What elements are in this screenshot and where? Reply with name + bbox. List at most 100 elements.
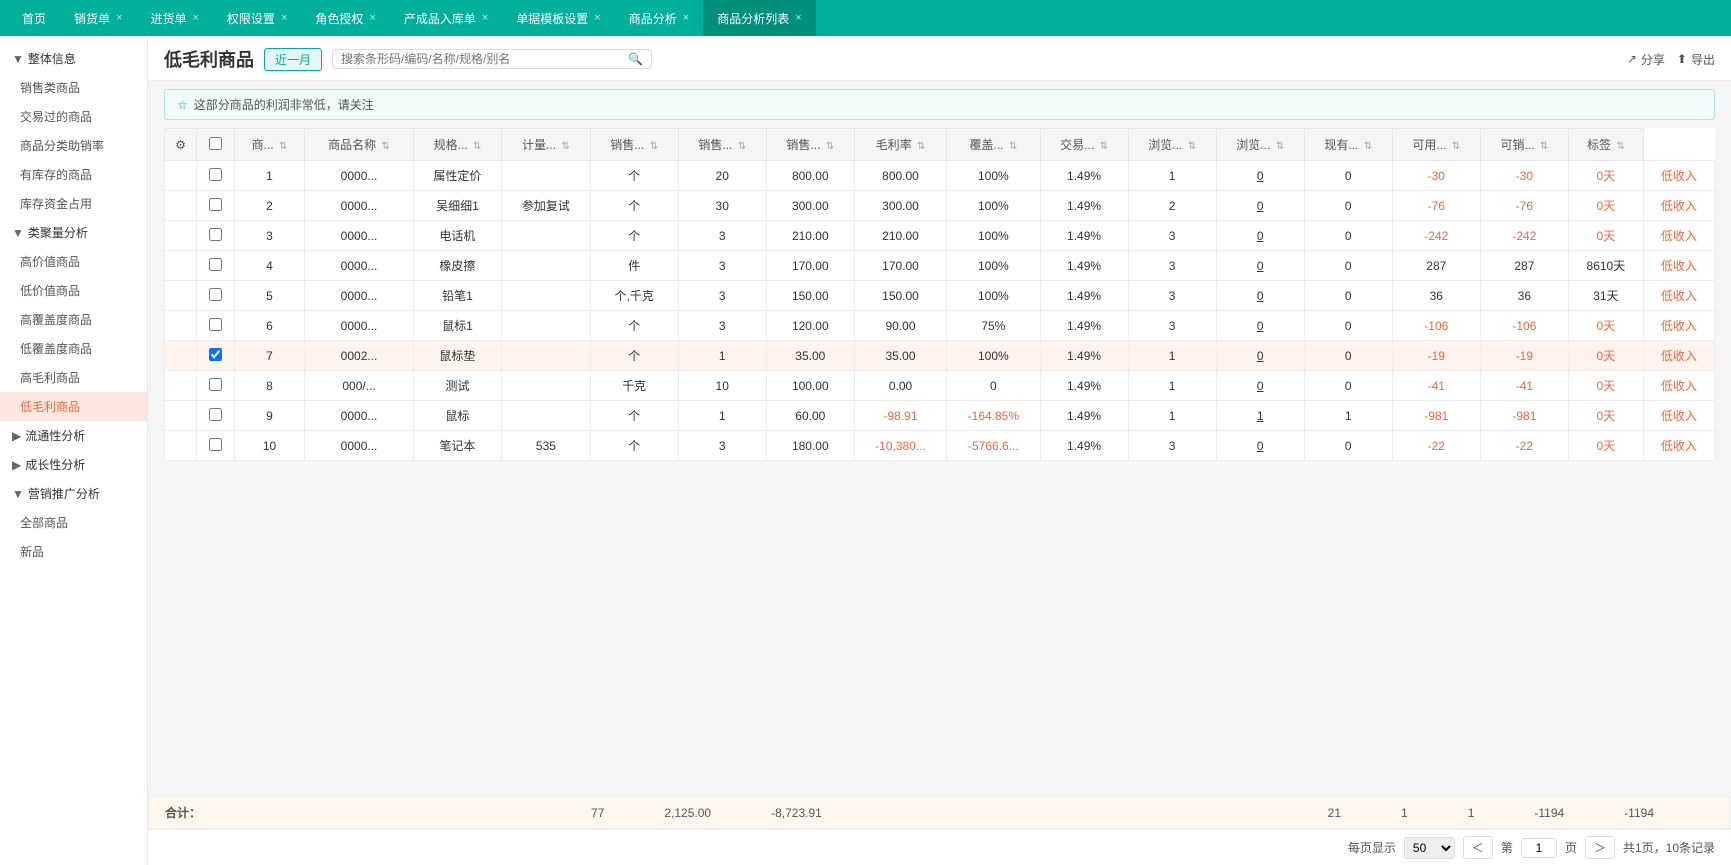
row-view1[interactable]: 0: [1216, 311, 1304, 341]
data-table: ⚙ 商... ⇅ 商品名称 ⇅ 规格... ⇅ 计量... ⇅ 销售... ⇅ …: [164, 128, 1715, 461]
row-checkbox[interactable]: [209, 348, 222, 361]
nav-home[interactable]: 首页: [8, 0, 60, 36]
sidebar-item-capital[interactable]: 库存资金占用: [0, 189, 147, 218]
row-view1[interactable]: 0: [1216, 431, 1304, 461]
sort-icon[interactable]: ⇅: [1276, 141, 1284, 152]
sidebar-item-all-goods[interactable]: 全部商品: [0, 508, 147, 537]
row-checkbox[interactable]: [209, 258, 222, 271]
row-checkbox-cell[interactable]: [197, 191, 235, 221]
sidebar-item-high-coverage[interactable]: 高覆盖度商品: [0, 305, 147, 334]
row-checkbox-cell[interactable]: [197, 431, 235, 461]
share-button[interactable]: ↗ 分享: [1627, 51, 1665, 68]
row-view1[interactable]: 0: [1216, 281, 1304, 311]
sidebar-item-high-margin[interactable]: 高毛利商品: [0, 363, 147, 392]
prev-page-button[interactable]: ＜: [1463, 836, 1493, 859]
nav-product-analysis[interactable]: 商品分析 ×: [615, 0, 703, 36]
nav-sales[interactable]: 销货单 ×: [60, 0, 136, 36]
row-checkbox[interactable]: [209, 228, 222, 241]
sidebar-group-marketing[interactable]: ▼ 营销推广分析: [0, 479, 147, 508]
sidebar-item-traded-goods[interactable]: 交易过的商品: [0, 102, 147, 131]
col-gross-rate: 毛利率 ⇅: [854, 129, 946, 161]
sidebar-item-in-stock[interactable]: 有库存的商品: [0, 160, 147, 189]
row-checkbox-cell[interactable]: [197, 311, 235, 341]
row-view1[interactable]: 0: [1216, 161, 1304, 191]
row-checkbox-cell[interactable]: [197, 401, 235, 431]
sidebar-group-cluster[interactable]: ▼ 类聚量分析: [0, 218, 147, 247]
nav-purchase[interactable]: 进货单 ×: [136, 0, 212, 36]
sort-icon[interactable]: ⇅: [1540, 141, 1548, 152]
close-icon[interactable]: ×: [594, 12, 600, 24]
per-page-select[interactable]: 50 20 100: [1404, 837, 1455, 859]
sort-icon[interactable]: ⇅: [382, 141, 390, 152]
search-input[interactable]: [341, 52, 628, 66]
sidebar-item-new-goods[interactable]: 新品: [0, 537, 147, 566]
row-view1[interactable]: 0: [1216, 371, 1304, 401]
nav-product-analysis-list[interactable]: 商品分析列表 ×: [703, 0, 815, 36]
sort-icon[interactable]: ⇅: [1616, 141, 1624, 152]
page-title: 低毛利商品: [164, 46, 254, 72]
row-checkbox[interactable]: [209, 378, 222, 391]
sort-icon[interactable]: ⇅: [738, 141, 746, 152]
sort-icon[interactable]: ⇅: [1100, 141, 1108, 152]
sort-icon[interactable]: ⇅: [1364, 141, 1372, 152]
sidebar-item-high-value[interactable]: 高价值商品: [0, 247, 147, 276]
sort-icon[interactable]: ⇅: [279, 141, 287, 152]
next-page-button[interactable]: ＞: [1585, 836, 1615, 859]
row-settings-cell: [165, 251, 197, 281]
search-icon[interactable]: 🔍: [628, 52, 643, 66]
nav-permissions[interactable]: 权限设置 ×: [213, 0, 301, 36]
row-checkbox[interactable]: [209, 438, 222, 451]
close-icon[interactable]: ×: [683, 12, 689, 24]
close-icon[interactable]: ×: [281, 12, 287, 24]
sidebar-item-sales-goods[interactable]: 销售类商品: [0, 73, 147, 102]
row-view1[interactable]: 0: [1216, 191, 1304, 221]
sort-icon[interactable]: ⇅: [917, 141, 925, 152]
sidebar-group-overall[interactable]: ▼ 整体信息: [0, 44, 147, 73]
row-checkbox[interactable]: [209, 318, 222, 331]
row-checkbox[interactable]: [209, 168, 222, 181]
row-checkbox[interactable]: [209, 408, 222, 421]
row-checkbox[interactable]: [209, 288, 222, 301]
sort-icon[interactable]: ⇅: [1452, 141, 1460, 152]
sidebar-item-low-margin[interactable]: 低毛利商品: [0, 392, 147, 421]
select-all-checkbox[interactable]: [209, 137, 222, 150]
row-view1[interactable]: 0: [1216, 221, 1304, 251]
row-checkbox-cell[interactable]: [197, 221, 235, 251]
row-checkbox-cell[interactable]: [197, 251, 235, 281]
page-number-input[interactable]: [1521, 838, 1557, 858]
nav-template-settings[interactable]: 单据模板设置 ×: [502, 0, 614, 36]
col-sales-count: 销售... ⇅: [590, 129, 678, 161]
close-icon[interactable]: ×: [369, 12, 375, 24]
close-icon[interactable]: ×: [482, 12, 488, 24]
export-button[interactable]: ⬆ 导出: [1677, 51, 1715, 68]
row-no: 10: [234, 431, 305, 461]
close-icon[interactable]: ×: [795, 12, 801, 24]
nav-product-inbound[interactable]: 产成品入库单 ×: [390, 0, 502, 36]
checkbox-col-header[interactable]: [197, 129, 235, 161]
date-filter-button[interactable]: 近一月: [264, 48, 322, 71]
row-view1[interactable]: 0: [1216, 251, 1304, 281]
sidebar-item-category-sales-rate[interactable]: 商品分类助销率: [0, 131, 147, 160]
sort-icon[interactable]: ⇅: [1009, 141, 1017, 152]
close-icon[interactable]: ×: [116, 12, 122, 24]
settings-col-header[interactable]: ⚙: [165, 129, 197, 161]
sort-icon[interactable]: ⇅: [1188, 141, 1196, 152]
sort-icon[interactable]: ⇅: [473, 141, 481, 152]
sidebar-item-low-coverage[interactable]: 低覆盖度商品: [0, 334, 147, 363]
row-checkbox-cell[interactable]: [197, 371, 235, 401]
row-checkbox[interactable]: [209, 198, 222, 211]
sidebar-group-circulation[interactable]: ▶ 流通性分析: [0, 421, 147, 450]
sidebar-group-growth[interactable]: ▶ 成长性分析: [0, 450, 147, 479]
close-icon[interactable]: ×: [192, 12, 198, 24]
sidebar-item-low-value[interactable]: 低价值商品: [0, 276, 147, 305]
row-checkbox-cell[interactable]: [197, 281, 235, 311]
row-view1[interactable]: 0: [1216, 341, 1304, 371]
nav-role-auth[interactable]: 角色授权 ×: [301, 0, 389, 36]
sort-icon[interactable]: ⇅: [826, 141, 834, 152]
row-view1[interactable]: 1: [1216, 401, 1304, 431]
sort-icon[interactable]: ⇅: [650, 141, 658, 152]
row-checkbox-cell[interactable]: [197, 161, 235, 191]
row-checkbox-cell[interactable]: [197, 341, 235, 371]
row-sales-amount: 300.00: [766, 191, 854, 221]
sort-icon[interactable]: ⇅: [561, 141, 569, 152]
